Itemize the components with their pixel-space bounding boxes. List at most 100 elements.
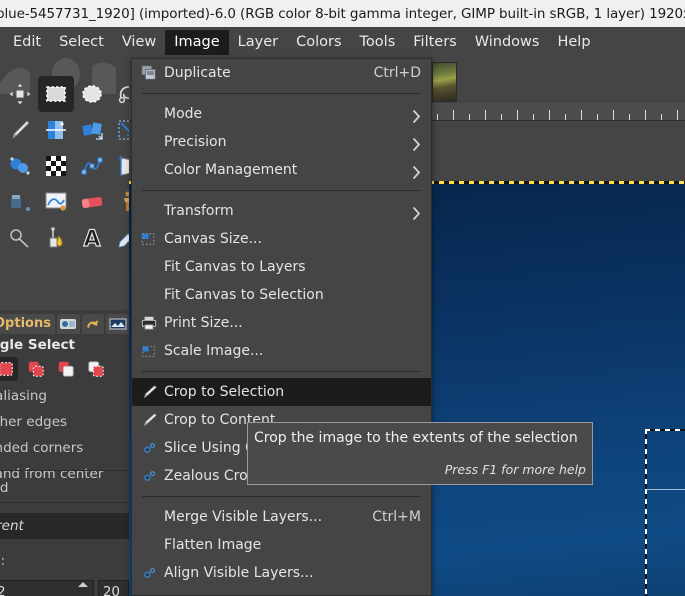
menu-item-no-icon bbox=[138, 160, 160, 180]
ruler-tick bbox=[533, 114, 534, 120]
menu-item-precision[interactable]: Precision bbox=[132, 128, 431, 156]
window-titlebar: blue-5457731_1920] (imported)-6.0 (RGB c… bbox=[0, 0, 685, 27]
bucket-fill-tool[interactable] bbox=[38, 220, 74, 256]
image-thumbnail[interactable] bbox=[432, 62, 457, 102]
menu-item-label: Merge Visible Layers... bbox=[164, 509, 323, 525]
menu-item-scale-image[interactable]: Scale Image... bbox=[132, 337, 431, 365]
move-tool[interactable] bbox=[2, 76, 38, 112]
dock-tab-bar: Options bbox=[0, 310, 129, 334]
ruler-tick bbox=[581, 110, 582, 120]
gradient-tool[interactable] bbox=[38, 112, 74, 148]
color-picker-tool[interactable] bbox=[110, 220, 129, 256]
canvas-size-icon bbox=[138, 229, 160, 249]
menu-separator bbox=[142, 496, 421, 497]
menu-item-align-visible-layers[interactable]: Align Visible Layers... bbox=[132, 559, 431, 587]
tooltip-help-hint: Press F1 for more help bbox=[444, 462, 586, 477]
tab-device-status-icon[interactable] bbox=[56, 314, 80, 334]
measure-tool[interactable] bbox=[2, 220, 38, 256]
menu-item-no-icon bbox=[138, 201, 160, 221]
menubar-item-layer[interactable]: Layer bbox=[229, 30, 287, 55]
option-checkbox-3[interactable]: pand from center bbox=[0, 466, 103, 482]
gimp-application-window: blue-5457731_1920] (imported)-6.0 (RGB c… bbox=[0, 0, 685, 596]
current-selection-row[interactable]: urrent bbox=[0, 513, 129, 539]
clone-tool[interactable] bbox=[110, 184, 129, 220]
paths-tool[interactable] bbox=[74, 148, 110, 184]
rectangle-select-icon bbox=[44, 82, 68, 106]
perspective-tool[interactable] bbox=[110, 148, 129, 184]
menu-item-crop-to-selection[interactable]: Crop to Selection bbox=[132, 378, 431, 406]
menu-item-transform[interactable]: Transform bbox=[132, 197, 431, 225]
menu-item-fit-canvas-to-selection[interactable]: Fit Canvas to Selection bbox=[132, 281, 431, 309]
eraser-tool[interactable] bbox=[74, 184, 110, 220]
tab-images-icon[interactable] bbox=[106, 314, 129, 334]
ellipse-select-tool[interactable] bbox=[74, 76, 110, 112]
menubar-item-filters[interactable]: Filters bbox=[404, 30, 465, 55]
option-checkbox-1[interactable]: ather edges bbox=[0, 414, 67, 430]
crop-icon bbox=[138, 410, 160, 430]
ruler-tick bbox=[597, 114, 598, 120]
ruler-tick bbox=[565, 114, 566, 120]
menubar-item-windows[interactable]: Windows bbox=[466, 30, 549, 55]
menubar-item-edit[interactable]: Edit bbox=[4, 30, 50, 55]
transform-tool[interactable] bbox=[74, 112, 110, 148]
paintbrush-tool[interactable] bbox=[2, 112, 38, 148]
replace-selection-button[interactable] bbox=[0, 357, 18, 381]
intersect-with-selection-button[interactable] bbox=[84, 357, 108, 381]
menu-item-no-icon bbox=[138, 132, 160, 152]
fixed-option-label[interactable]: xed bbox=[0, 480, 8, 496]
add-to-selection-button[interactable] bbox=[24, 357, 48, 381]
menu-item-label: Fit Canvas to Selection bbox=[164, 287, 324, 303]
transform-icon bbox=[80, 118, 104, 142]
subtract-from-selection-button[interactable] bbox=[54, 357, 78, 381]
text-icon: A bbox=[80, 226, 104, 252]
menu-item-flatten-image[interactable]: Flatten Image bbox=[132, 531, 431, 559]
tab-undo-history-icon[interactable] bbox=[81, 314, 105, 334]
scale-tool[interactable] bbox=[110, 112, 129, 148]
menu-item-duplicate[interactable]: Duplicate Ctrl+D bbox=[132, 59, 431, 87]
menubar-item-image[interactable]: Image bbox=[165, 30, 229, 55]
option-checkbox-2[interactable]: unded corners bbox=[0, 440, 83, 456]
text-tool[interactable]: A bbox=[74, 220, 110, 256]
ruler-tick bbox=[629, 114, 630, 120]
ruler-tick bbox=[501, 114, 502, 120]
menu-item-no-icon bbox=[138, 507, 160, 527]
free-select-tool[interactable] bbox=[110, 76, 129, 112]
checker-pattern-tool[interactable] bbox=[38, 148, 74, 184]
position-x-input[interactable]: 2 bbox=[0, 580, 94, 596]
main-menubar: Edit Select View Image Layer Colors Tools Filte… bbox=[0, 27, 685, 58]
menubar-item-tools[interactable]: Tools bbox=[351, 30, 405, 55]
paintbrush-icon bbox=[8, 118, 32, 142]
menu-item-print-size[interactable]: Print Size... bbox=[132, 309, 431, 337]
menu-item-label: Color Management bbox=[164, 162, 298, 178]
duplicate-icon bbox=[138, 63, 160, 83]
stepper-up-icon[interactable] bbox=[77, 582, 88, 587]
menu-item-canvas-size[interactable]: Canvas Size... bbox=[132, 225, 431, 253]
tab-tool-options[interactable]: Options bbox=[0, 314, 55, 334]
position-y-input[interactable]: 20 bbox=[97, 580, 129, 596]
menu-item-label: Align Visible Layers... bbox=[164, 565, 314, 581]
option-checkbox-0[interactable]: tialiasing bbox=[0, 388, 47, 404]
paths-icon bbox=[80, 154, 104, 178]
menubar-item-view[interactable]: View bbox=[113, 30, 165, 55]
position-x-stepper[interactable] bbox=[77, 582, 91, 596]
rectangle-select-tool[interactable] bbox=[38, 76, 74, 112]
menu-item-merge-visible-layers[interactable]: Merge Visible Layers... Ctrl+M bbox=[132, 503, 431, 531]
warp-transform-tool[interactable] bbox=[2, 148, 38, 184]
toolbox-panel: A bbox=[0, 58, 129, 328]
ruler-tick bbox=[613, 110, 614, 120]
tooltip-description: Crop the image to the extents of the sel… bbox=[254, 430, 578, 446]
menu-separator bbox=[142, 371, 421, 372]
selection-rectangle[interactable] bbox=[645, 429, 685, 596]
intersect-with-selection-icon bbox=[87, 360, 105, 378]
smudge-tool[interactable] bbox=[38, 184, 74, 220]
ink-tool[interactable] bbox=[2, 184, 38, 220]
menu-item-fit-canvas-to-layers[interactable]: Fit Canvas to Layers bbox=[132, 253, 431, 281]
svg-text:A: A bbox=[83, 227, 100, 250]
menu-item-color-management[interactable]: Color Management bbox=[132, 156, 431, 184]
selection-edge-left bbox=[645, 429, 647, 596]
menubar-item-help[interactable]: Help bbox=[548, 30, 599, 55]
menubar-item-select[interactable]: Select bbox=[50, 30, 113, 55]
ink-icon bbox=[8, 190, 32, 214]
menubar-item-colors[interactable]: Colors bbox=[287, 30, 350, 55]
menu-item-mode[interactable]: Mode bbox=[132, 100, 431, 128]
